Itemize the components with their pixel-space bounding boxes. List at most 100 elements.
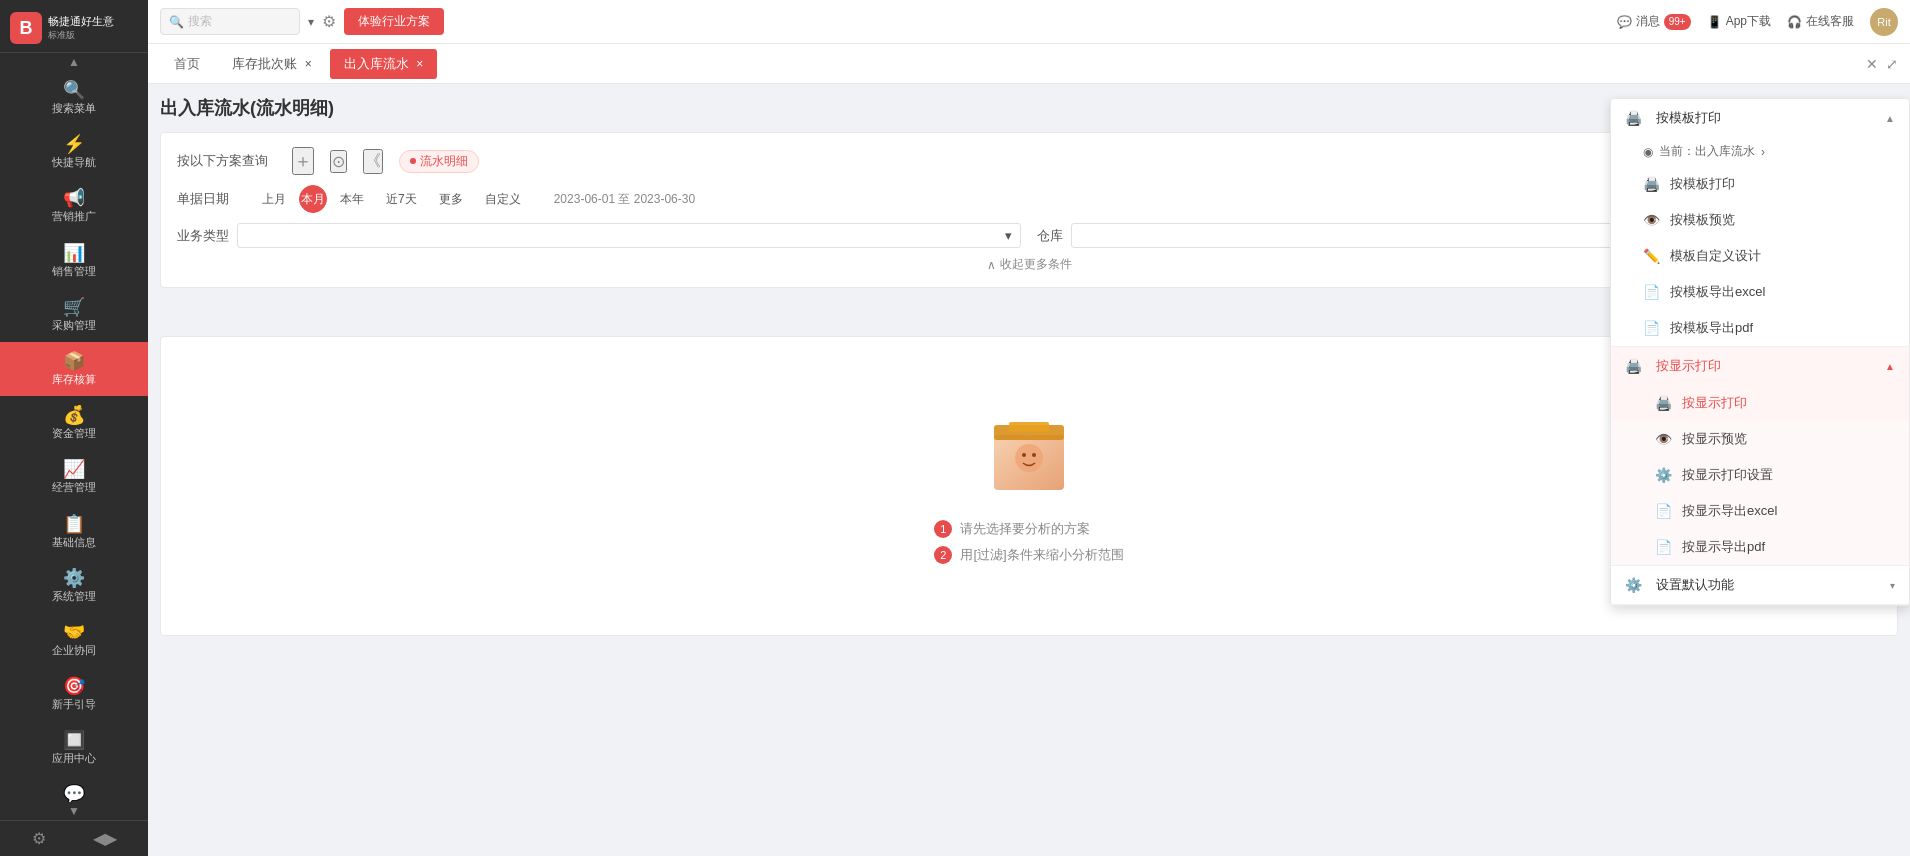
display-print-settings-item[interactable]: ⚙️ 按显示打印设置 [1611, 457, 1909, 493]
tag-label: 流水明细 [420, 153, 468, 170]
template-preview-item[interactable]: 👁️ 按模板预览 [1611, 202, 1909, 238]
tabs-bar: 首页 库存批次账 × 出入库流水 × ✕ ⤢ [148, 44, 1910, 84]
printer-item-icon: 🖨️ [1643, 176, 1660, 192]
display-print-item[interactable]: 🖨️ 按显示打印 [1611, 385, 1909, 421]
message-btn[interactable]: 💬 消息 99+ [1617, 13, 1691, 30]
date-this-year-btn[interactable]: 本年 [331, 188, 373, 211]
page-title: 出入库流水(流水明细) [160, 96, 334, 120]
date-7days-btn[interactable]: 近7天 [377, 188, 426, 211]
collapse-sidebar-icon[interactable]: ◀▶ [93, 829, 117, 848]
sidebar-item-guide[interactable]: 🎯 新手引导 [0, 667, 148, 721]
sidebar-item-purchase[interactable]: 🛒 采购管理 [0, 288, 148, 342]
sidebar-item-inventory[interactable]: 📦 库存核算 [0, 342, 148, 396]
template-print-header[interactable]: 🖨️ 按模板打印 ▲ [1611, 99, 1909, 137]
date-custom-btn[interactable]: 自定义 [476, 188, 530, 211]
app-download-btn[interactable]: 📱 App下载 [1707, 13, 1771, 30]
date-filter-label: 单据日期 [177, 190, 229, 208]
tab1-label: 库存批次账 [232, 56, 297, 71]
sidebar: B 畅捷通好生意 标准版 ▲ 🔍 搜索菜单 ⚡ 快捷导航 📢 营销推广 📊 销售… [0, 0, 148, 856]
sidebar-item-basic-info[interactable]: 📋 基础信息 [0, 505, 148, 559]
header-dropdown[interactable]: ▾ [308, 15, 314, 29]
tab-home-label: 首页 [174, 56, 200, 71]
template-print-label: 按模板打印 [1656, 109, 1721, 127]
display-export-pdf-item[interactable]: 📄 按显示导出pdf [1611, 529, 1909, 565]
app-logo: B 畅捷通好生意 标准版 [0, 0, 148, 53]
sidebar-item-label: 系统管理 [52, 590, 96, 603]
collapse-more-btn[interactable]: ∧ 收起更多条件 [987, 256, 1072, 273]
system-icon: ⚙️ [63, 569, 85, 587]
sidebar-scroll-down[interactable]: ▼ [0, 802, 148, 820]
svg-point-5 [1032, 453, 1036, 457]
tab-close-all-icon[interactable]: ✕ [1866, 56, 1878, 72]
trial-btn[interactable]: 体验行业方案 [344, 8, 444, 35]
empty-box-svg [979, 400, 1079, 500]
item-label: 模板自定义设计 [1670, 247, 1761, 265]
sidebar-item-finance[interactable]: 💰 资金管理 [0, 396, 148, 450]
tab-inventory-flow[interactable]: 出入库流水 × [330, 49, 438, 79]
tab1-close-icon[interactable]: × [305, 57, 312, 71]
tab-fullscreen-icon[interactable]: ⤢ [1886, 56, 1898, 72]
search-icon: 🔍 [169, 15, 184, 29]
chevron-up-icon: ∧ [987, 258, 996, 272]
tab2-label: 出入库流水 [344, 56, 409, 71]
sidebar-item-operations[interactable]: 📈 经营管理 [0, 450, 148, 504]
printer-section-icon: 🖨️ [1625, 110, 1642, 126]
display-export-excel-item[interactable]: 📄 按显示导出excel [1611, 493, 1909, 529]
finance-icon: 💰 [63, 406, 85, 424]
tab2-close-icon[interactable]: × [416, 57, 423, 71]
custom-item-icon: ✏️ [1643, 248, 1660, 264]
chevron-right-icon: › [1761, 145, 1765, 159]
date-last-month-btn[interactable]: 上月 [253, 188, 295, 211]
empty-step-1: 1 请先选择要分析的方案 [934, 520, 1123, 538]
online-service-btn[interactable]: 🎧 在线客服 [1787, 13, 1854, 30]
header-gear-icon[interactable]: ⚙ [322, 12, 336, 31]
sidebar-item-label: 企业协同 [52, 644, 96, 657]
preview-item-icon: 👁️ [1643, 212, 1660, 228]
display-print-header[interactable]: 🖨️ 按显示打印 ▲ [1611, 347, 1909, 385]
display-preview-item[interactable]: 👁️ 按显示预览 [1611, 421, 1909, 457]
biz-type-select[interactable]: ▾ [237, 223, 1021, 248]
sidebar-item-enterprise-wechat[interactable]: 💬 企业微信 [0, 775, 148, 802]
excel-display-item-icon: 📄 [1655, 503, 1672, 519]
mobile-icon: 📱 [1707, 15, 1722, 29]
tab-home[interactable]: 首页 [160, 49, 214, 79]
logo-sub: 标准版 [48, 29, 114, 42]
sidebar-item-enterprise-coop[interactable]: 🤝 企业协同 [0, 613, 148, 667]
sidebar-item-search[interactable]: 🔍 搜索菜单 [0, 71, 148, 125]
inventory-icon: 📦 [63, 352, 85, 370]
template-print-section: 🖨️ 按模板打印 ▲ ◉ 当前：出入库流水 › 🖨️ 按模板打印 👁️ 按模板预… [1611, 99, 1909, 347]
date-options: 上月 本月 本年 近7天 更多 自定义 [253, 185, 530, 213]
template-print-item[interactable]: 🖨️ 按模板打印 [1611, 166, 1909, 202]
app-center-icon: 🔲 [63, 731, 85, 749]
tab-inventory-batch[interactable]: 库存批次账 × [218, 49, 326, 79]
sidebar-item-marketing[interactable]: 📢 营销推广 [0, 179, 148, 233]
filter-collapse-btn[interactable]: 《 [363, 149, 383, 174]
message-icon: 💬 [1617, 15, 1632, 29]
template-export-excel-item[interactable]: 📄 按模板导出excel [1611, 274, 1909, 310]
sales-icon: 📊 [63, 244, 85, 262]
tag-dot [410, 158, 416, 164]
date-more-btn[interactable]: 更多 [430, 188, 472, 211]
sidebar-nav: 🔍 搜索菜单 ⚡ 快捷导航 📢 营销推广 📊 销售管理 🛒 采购管理 📦 库存核… [0, 71, 148, 802]
set-default-header[interactable]: ⚙️ 设置默认功能 ▾ [1611, 566, 1909, 604]
template-export-pdf-item[interactable]: 📄 按模板导出pdf [1611, 310, 1909, 346]
sidebar-item-quick-nav[interactable]: ⚡ 快捷导航 [0, 125, 148, 179]
sidebar-scroll-up[interactable]: ▲ [0, 53, 148, 71]
header-search-box[interactable]: 🔍 搜索 [160, 8, 300, 35]
flow-detail-tag[interactable]: 流水明细 [399, 150, 479, 173]
settings-display-item-icon: ⚙️ [1655, 467, 1672, 483]
template-custom-item[interactable]: ✏️ 模板自定义设计 [1611, 238, 1909, 274]
step-number-2: 2 [934, 546, 952, 564]
display-print-label: 按显示打印 [1656, 357, 1721, 375]
sidebar-item-sales[interactable]: 📊 销售管理 [0, 234, 148, 288]
date-this-month-btn[interactable]: 本月 [299, 185, 327, 213]
item-label: 按显示打印 [1682, 394, 1747, 412]
add-filter-btn[interactable]: ＋ [292, 147, 314, 175]
settings-bottom-icon[interactable]: ⚙ [32, 829, 46, 848]
sidebar-item-system[interactable]: ⚙️ 系统管理 [0, 559, 148, 613]
logo-icon: B [10, 12, 42, 44]
filter-settings-btn[interactable]: ⊙ [330, 150, 347, 173]
step1-text: 请先选择要分析的方案 [960, 520, 1090, 538]
user-avatar-btn[interactable]: Rit [1870, 8, 1898, 36]
sidebar-item-app-center[interactable]: 🔲 应用中心 [0, 721, 148, 775]
